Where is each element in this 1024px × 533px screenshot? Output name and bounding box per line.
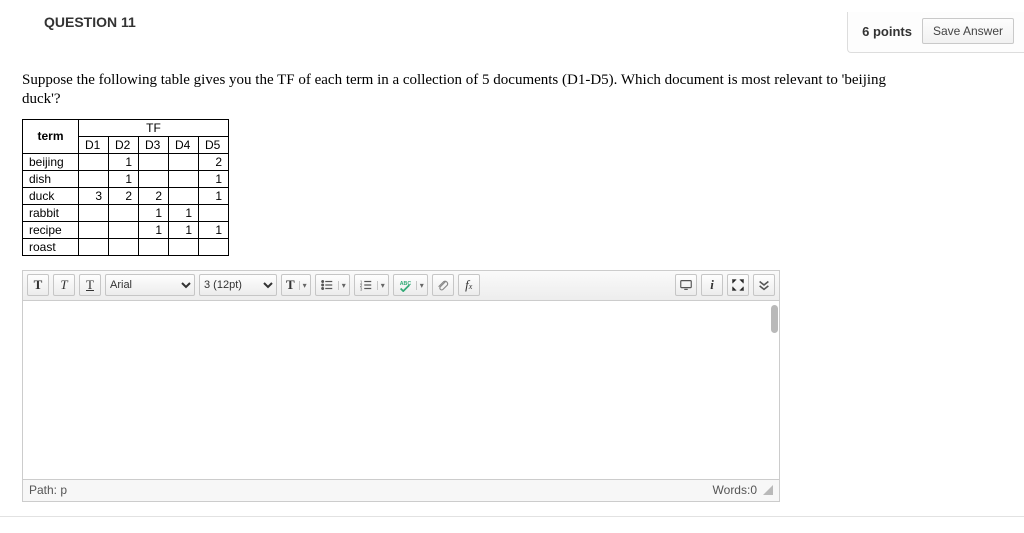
path-indicator: Path: p xyxy=(29,483,67,497)
monitor-icon xyxy=(679,278,693,292)
question-title: QUESTION 11 xyxy=(22,12,136,30)
points-text: 6 points xyxy=(862,24,912,39)
attachment-button[interactable] xyxy=(432,274,454,296)
svg-text:ABC: ABC xyxy=(399,281,411,287)
italic-button[interactable]: T xyxy=(53,274,75,296)
numbered-list-icon: 123 xyxy=(355,275,377,295)
font-family-select[interactable]: Arial xyxy=(105,274,195,296)
chevron-double-down-icon xyxy=(757,278,771,292)
editor-textarea[interactable] xyxy=(23,301,779,479)
text-color-icon: T xyxy=(286,277,295,293)
tf-table-container: term TF D1 D2 D3 D4 D5 beijing12 dish11 … xyxy=(22,119,1002,256)
rich-text-editor: T T T Arial 3 (12pt) T▾ ▾ 123 ▾ xyxy=(22,270,780,502)
function-icon: fx xyxy=(465,277,472,293)
svg-text:3: 3 xyxy=(360,286,363,291)
info-button[interactable]: i xyxy=(701,274,723,296)
term-header: term xyxy=(23,119,79,153)
save-answer-button[interactable]: Save Answer xyxy=(922,18,1014,44)
divider xyxy=(0,516,1024,517)
col-d1: D1 xyxy=(79,136,109,153)
scrollbar-thumb[interactable] xyxy=(771,305,778,333)
preview-button[interactable] xyxy=(675,274,697,296)
math-button[interactable]: fx xyxy=(458,274,480,296)
table-row: rabbit11 xyxy=(23,204,229,221)
tf-header: TF xyxy=(79,119,229,136)
editor-toolbar: T T T Arial 3 (12pt) T▾ ▾ 123 ▾ xyxy=(23,271,779,301)
table-row: recipe111 xyxy=(23,221,229,238)
bullet-list-dropdown[interactable]: ▾ xyxy=(315,274,350,296)
paperclip-icon xyxy=(436,278,450,292)
fullscreen-button[interactable] xyxy=(727,274,749,296)
table-row: dish11 xyxy=(23,170,229,187)
table-row: beijing12 xyxy=(23,153,229,170)
col-d4: D4 xyxy=(169,136,199,153)
table-row: duck3221 xyxy=(23,187,229,204)
bullet-list-icon xyxy=(316,275,338,295)
numbered-list-dropdown[interactable]: 123 ▾ xyxy=(354,274,389,296)
col-d5: D5 xyxy=(199,136,229,153)
editor-statusbar: Path: p Words:0 xyxy=(23,479,779,501)
underline-button[interactable]: T xyxy=(79,274,101,296)
expand-icon xyxy=(731,278,745,292)
resize-handle-icon[interactable] xyxy=(763,485,773,495)
more-button[interactable] xyxy=(753,274,775,296)
points-container: 6 points Save Answer xyxy=(847,12,1024,53)
col-d3: D3 xyxy=(139,136,169,153)
table-row: roast xyxy=(23,238,229,255)
spellcheck-icon: ABC xyxy=(394,275,416,295)
bold-button[interactable]: T xyxy=(27,274,49,296)
word-count: Words:0 xyxy=(713,483,757,497)
info-icon: i xyxy=(710,277,714,293)
tf-table: term TF D1 D2 D3 D4 D5 beijing12 dish11 … xyxy=(22,119,229,256)
col-d2: D2 xyxy=(109,136,139,153)
question-prompt: Suppose the following table gives you th… xyxy=(22,71,902,109)
text-color-dropdown[interactable]: T▾ xyxy=(281,274,311,296)
spellcheck-dropdown[interactable]: ABC ▾ xyxy=(393,274,428,296)
font-size-select[interactable]: 3 (12pt) xyxy=(199,274,277,296)
